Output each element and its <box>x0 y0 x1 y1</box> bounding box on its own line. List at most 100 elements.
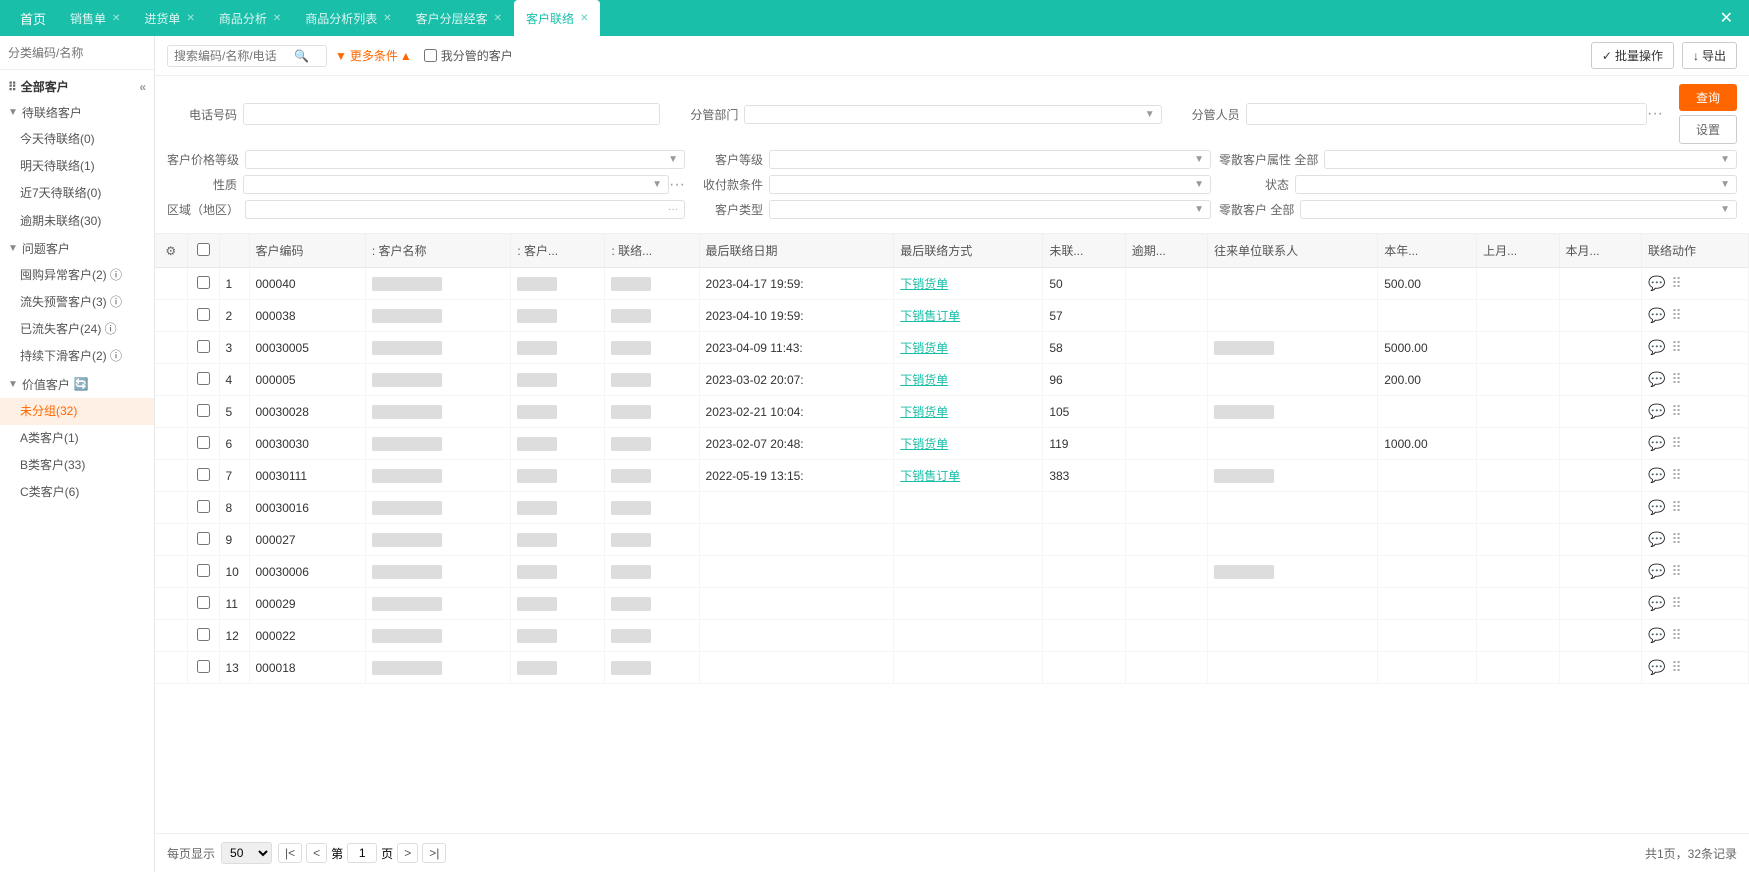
manager-dots[interactable]: ··· <box>1647 105 1663 123</box>
row-last-method[interactable]: 下销货单 <box>894 428 1043 460</box>
sidebar-item-churn-warning[interactable]: 流失预警客户(3) ⓘ <box>0 289 154 316</box>
nav-tab-sales[interactable]: 销售单 ✕ <box>58 0 132 36</box>
last-method-link[interactable]: 下销货单 <box>900 341 948 355</box>
next-page-btn[interactable]: > <box>397 843 418 863</box>
action-chat-icon[interactable]: 💬 <box>1648 467 1665 484</box>
last-method-link[interactable]: 下销货单 <box>900 373 948 387</box>
search-input[interactable] <box>174 49 294 63</box>
row-checkbox[interactable] <box>197 596 210 609</box>
action-chat-icon[interactable]: 💬 <box>1648 435 1665 452</box>
row-checkbox-cell[interactable] <box>187 492 219 524</box>
sidebar-item-overdue[interactable]: 逾期未联络(30) <box>0 208 154 235</box>
row-last-method[interactable] <box>894 652 1043 684</box>
row-last-method[interactable] <box>894 524 1043 556</box>
row-checkbox[interactable] <box>197 468 210 481</box>
row-checkbox-cell[interactable] <box>187 268 219 300</box>
action-more-icon[interactable]: ⠿ <box>1671 307 1681 324</box>
sidebar-item-abnormal[interactable]: 囤购异常客户(2) ⓘ <box>0 262 154 289</box>
nav-tab-customer-contact-close[interactable]: ✕ <box>580 13 588 24</box>
row-checkbox[interactable] <box>197 276 210 289</box>
action-chat-icon[interactable]: 💬 <box>1648 627 1665 644</box>
row-checkbox-cell[interactable] <box>187 588 219 620</box>
row-checkbox-cell[interactable] <box>187 652 219 684</box>
row-checkbox-cell[interactable] <box>187 620 219 652</box>
customer-type-select[interactable]: ▼ <box>769 200 1211 219</box>
row-checkbox-cell[interactable] <box>187 332 219 364</box>
row-last-method[interactable]: 下销货单 <box>894 364 1043 396</box>
action-chat-icon[interactable]: 💬 <box>1648 403 1665 420</box>
action-more-icon[interactable]: ⠿ <box>1671 467 1681 484</box>
row-checkbox[interactable] <box>197 564 210 577</box>
row-checkbox[interactable] <box>197 436 210 449</box>
page-input[interactable] <box>347 843 377 863</box>
action-more-icon[interactable]: ⠿ <box>1671 435 1681 452</box>
price-level-select[interactable]: ▼ <box>245 150 685 169</box>
nav-tab-analysis-list[interactable]: 商品分析列表 ✕ <box>293 0 403 36</box>
nav-tab-sales-close[interactable]: ✕ <box>112 13 120 24</box>
action-chat-icon[interactable]: 💬 <box>1648 339 1665 356</box>
row-checkbox[interactable] <box>197 404 210 417</box>
query-button[interactable]: 查询 <box>1679 84 1737 111</box>
batch-op-button[interactable]: ✓ 批量操作 <box>1591 42 1674 69</box>
action-more-icon[interactable]: ⠿ <box>1671 339 1681 356</box>
row-checkbox[interactable] <box>197 308 210 321</box>
last-method-link[interactable]: 下销售订单 <box>900 469 960 483</box>
nav-home[interactable]: 首页 <box>8 9 58 28</box>
my-customers-checkbox[interactable]: 我分管的客户 <box>424 47 513 64</box>
row-last-method[interactable]: 下销货单 <box>894 332 1043 364</box>
action-more-icon[interactable]: ⠿ <box>1671 531 1681 548</box>
action-chat-icon[interactable]: 💬 <box>1648 659 1665 676</box>
export-button[interactable]: ↓ 导出 <box>1682 42 1737 69</box>
last-method-link[interactable]: 下销货单 <box>900 405 948 419</box>
sidebar-item-tomorrow[interactable]: 明天待联络(1) <box>0 153 154 180</box>
row-checkbox-cell[interactable] <box>187 460 219 492</box>
row-last-method[interactable]: 下销货单 <box>894 396 1043 428</box>
last-method-link[interactable]: 下销售订单 <box>900 309 960 323</box>
row-checkbox[interactable] <box>197 628 210 641</box>
action-more-icon[interactable]: ⠿ <box>1671 659 1681 676</box>
payment-select[interactable]: ▼ <box>769 175 1211 194</box>
row-checkbox-cell[interactable] <box>187 300 219 332</box>
row-checkbox[interactable] <box>197 660 210 673</box>
prev-page-btn[interactable]: < <box>306 843 327 863</box>
scattered-attr-select[interactable]: ▼ <box>1324 150 1737 169</box>
action-chat-icon[interactable]: 💬 <box>1648 531 1665 548</box>
first-page-btn[interactable]: |< <box>278 843 302 863</box>
row-checkbox[interactable] <box>197 340 210 353</box>
dept-select[interactable]: ▼ <box>744 105 1161 124</box>
row-checkbox[interactable] <box>197 500 210 513</box>
nav-tab-analysis-list-close[interactable]: ✕ <box>383 13 391 24</box>
sidebar-group-pending[interactable]: ▼ 待联络客户 <box>0 99 154 126</box>
nature-dots[interactable]: ··· <box>669 176 685 194</box>
action-chat-icon[interactable]: 💬 <box>1648 563 1665 580</box>
action-chat-icon[interactable]: 💬 <box>1648 371 1665 388</box>
table-col-settings[interactable]: ⚙ <box>155 234 187 268</box>
sidebar-collapse-icon[interactable]: « <box>139 80 146 94</box>
sidebar-search-input[interactable] <box>8 46 155 60</box>
action-more-icon[interactable]: ⠿ <box>1671 403 1681 420</box>
search-box[interactable]: 🔍 <box>167 45 327 67</box>
sidebar-group-value[interactable]: ▼ 价值客户 🔄 <box>0 371 154 398</box>
row-checkbox-cell[interactable] <box>187 428 219 460</box>
row-last-method[interactable] <box>894 588 1043 620</box>
region-select[interactable]: ··· <box>245 200 685 219</box>
action-more-icon[interactable]: ⠿ <box>1671 627 1681 644</box>
row-checkbox-cell[interactable] <box>187 396 219 428</box>
reset-button[interactable]: 设置 <box>1679 115 1737 144</box>
action-chat-icon[interactable]: 💬 <box>1648 595 1665 612</box>
select-all-checkbox[interactable] <box>197 243 210 256</box>
nav-tab-analysis[interactable]: 商品分析 ✕ <box>207 0 293 36</box>
nav-tab-customer-tier[interactable]: 客户分层经客 ✕ <box>404 0 514 36</box>
row-checkbox-cell[interactable] <box>187 556 219 588</box>
row-last-method[interactable]: 下销售订单 <box>894 460 1043 492</box>
action-more-icon[interactable]: ⠿ <box>1671 275 1681 292</box>
sidebar-item-c-class[interactable]: C类客户(6) <box>0 479 154 506</box>
per-page-select[interactable]: 50 100 <box>221 842 272 864</box>
row-last-method[interactable] <box>894 620 1043 652</box>
value-refresh-icon[interactable]: 🔄 <box>74 377 89 391</box>
sidebar-item-ungroup[interactable]: 未分组(32) <box>0 398 154 425</box>
my-customers-check[interactable] <box>424 49 437 62</box>
manager-input[interactable] <box>1246 103 1647 125</box>
row-checkbox[interactable] <box>197 532 210 545</box>
action-chat-icon[interactable]: 💬 <box>1648 307 1665 324</box>
